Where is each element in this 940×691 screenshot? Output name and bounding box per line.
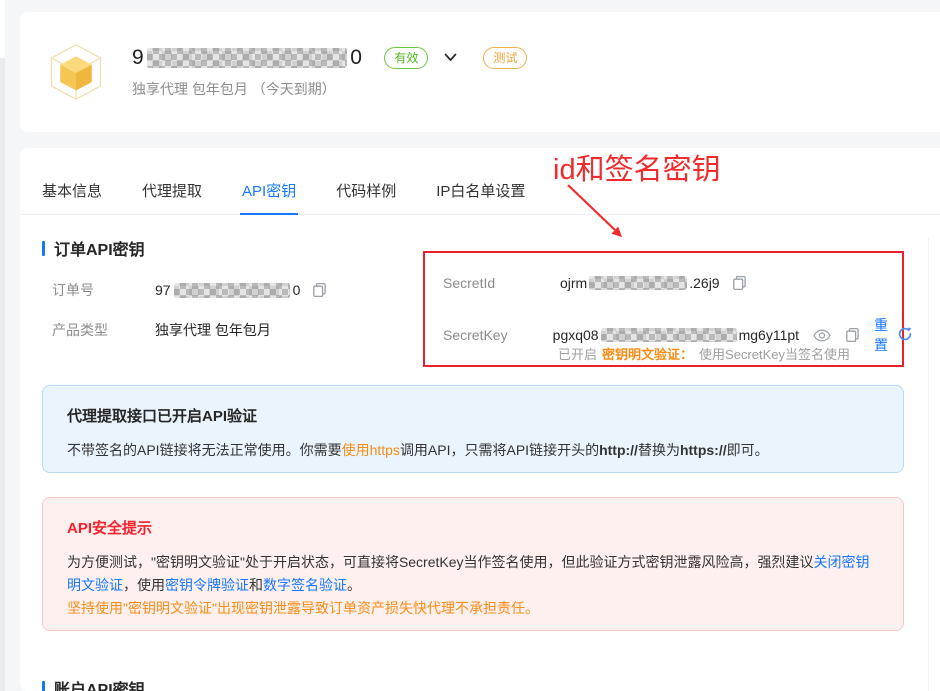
content-right-divider [928, 238, 929, 691]
page: 90 有效 测试 独享代理 包年包月 （今天到期） 基本信息 代理提取 API密… [0, 0, 940, 691]
order-number-value: 97 0 [155, 282, 300, 298]
order-number-prefix: 9 [132, 46, 144, 70]
api-verification-info-box: 代理提取接口已开启API验证 不带签名的API链接将无法正常使用。你需要使用ht… [42, 385, 904, 473]
warning-text: ，使用 [123, 577, 165, 593]
warning-box-title: API安全提示 [67, 517, 879, 538]
warning-text: 为方便测试，"密钥明文验证"处于开启状态，可直接将SecretKey当作签名使用… [67, 554, 814, 570]
info-text: 替换为 [638, 442, 680, 458]
order-no-suffix: 0 [293, 282, 301, 298]
redacted-order-number [147, 48, 347, 68]
chevron-down-icon[interactable] [444, 53, 457, 62]
order-number-label: 订单号 [52, 280, 155, 300]
api-security-warning-box: API安全提示 为方便测试，"密钥明文验证"处于开启状态，可直接将SecretK… [42, 497, 904, 631]
copy-order-number-icon[interactable] [312, 282, 327, 298]
order-title-row: 90 有效 测试 [132, 46, 527, 70]
section-title: 订单API密钥 [54, 236, 145, 260]
liability-caution-text: 坚持使用"密钥明文验证"出现密钥泄露导致订单资产损失快代理不承担责任。 [67, 597, 879, 620]
http-bold: http:// [599, 442, 638, 458]
order-api-key-section-header: 订单API密钥 [42, 236, 145, 260]
order-fields: 订单号 97 0 产品类型 独享代理 包年包月 [52, 270, 327, 350]
secret-key-prefix: pgxq08 [553, 327, 599, 343]
info-text: 不带签名的API链接将无法正常使用。你需要 [67, 442, 342, 458]
section-title: 账户API密钥 [54, 676, 145, 691]
product-type-label: 产品类型 [52, 320, 155, 340]
test-badge: 测试 [483, 47, 527, 69]
left-edge-strip [0, 0, 5, 691]
redacted-order-no [174, 283, 290, 298]
secret-id-label: SecretId [443, 275, 560, 291]
show-secret-key-eye-icon[interactable] [813, 329, 831, 342]
api-key-card: 基本信息 代理提取 API密钥 代码样例 IP白名单设置 订单API密钥 订单号… [20, 148, 940, 691]
plaintext-verification-note: 已开启密钥明文验证： 使用SecretKey当签名使用 [558, 344, 850, 363]
secret-key-value: pgxq08 mg6y11pt [553, 327, 799, 343]
copy-secret-key-icon[interactable] [845, 327, 860, 343]
warning-box-body: 为方便测试，"密钥明文验证"处于开启状态，可直接将SecretKey当作签名使用… [67, 551, 879, 620]
section-bar [42, 681, 45, 691]
tab-code-samples[interactable]: 代码样例 [334, 172, 398, 214]
redacted-secret-id [589, 276, 687, 290]
product-cube-icon [48, 43, 104, 101]
reset-label: 重置 [874, 315, 895, 355]
status-badge: 有效 [384, 47, 428, 69]
reset-secret-key-button[interactable]: 重置 [874, 315, 912, 355]
secret-key-label: SecretKey [443, 327, 553, 343]
order-number-title: 90 [132, 46, 362, 70]
secret-id-suffix: .26j9 [689, 275, 719, 291]
order-number-row: 订单号 97 0 [52, 270, 327, 310]
product-type-value: 独享代理 包年包月 [155, 320, 271, 340]
secret-key-suffix: mg6y11pt [739, 327, 799, 343]
order-subtitle: 独享代理 包年包月 （今天到期） [132, 79, 527, 99]
redacted-secret-key [601, 328, 737, 342]
use-https-link[interactable]: 使用https [342, 442, 400, 458]
left-edge-strip-top [0, 0, 5, 58]
digital-signature-verification-link[interactable]: 数字签名验证 [263, 577, 347, 593]
info-box-title: 代理提取接口已开启API验证 [67, 405, 879, 426]
annotation-arrow [552, 180, 642, 252]
https-bold: https:// [680, 442, 727, 458]
note-suffix: 使用SecretKey当签名使用 [699, 347, 850, 362]
secret-id-value: ojrm .26j9 [560, 275, 720, 291]
refresh-icon [898, 327, 912, 344]
note-prefix: 已开启 [558, 347, 597, 362]
tab-api-key[interactable]: API密钥 [240, 172, 298, 215]
copy-secret-id-icon[interactable] [732, 275, 747, 291]
note-highlight: 密钥明文验证： [602, 347, 693, 362]
order-number-suffix: 0 [350, 46, 362, 70]
info-text: 调用API，只需将API链接开头的 [400, 442, 599, 458]
warning-text: 和 [249, 577, 263, 593]
secret-id-prefix: ojrm [560, 275, 587, 291]
info-text: 即可。 [727, 442, 769, 458]
secret-keys-highlight-box: SecretId ojrm .26j9 SecretKey pgxq08 mg6y1… [423, 251, 904, 367]
section-bar [42, 241, 45, 256]
order-no-prefix: 97 [155, 282, 171, 298]
warning-text: 。 [347, 577, 361, 593]
order-header-info: 90 有效 测试 独享代理 包年包月 （今天到期） [132, 46, 527, 99]
secret-id-row: SecretId ojrm .26j9 [443, 275, 747, 291]
account-api-key-section-header: 账户API密钥 [42, 676, 145, 691]
tab-basic-info[interactable]: 基本信息 [40, 172, 104, 214]
order-header-card: 90 有效 测试 独享代理 包年包月 （今天到期） [20, 12, 940, 132]
info-box-body: 不带签名的API链接将无法正常使用。你需要使用https调用API，只需将API… [67, 439, 879, 462]
tab-proxy-extract[interactable]: 代理提取 [140, 172, 204, 214]
tab-ip-whitelist[interactable]: IP白名单设置 [434, 172, 527, 214]
key-token-verification-link[interactable]: 密钥令牌验证 [165, 577, 249, 593]
tab-bar: 基本信息 代理提取 API密钥 代码样例 IP白名单设置 [20, 172, 940, 215]
product-type-row: 产品类型 独享代理 包年包月 [52, 310, 327, 350]
